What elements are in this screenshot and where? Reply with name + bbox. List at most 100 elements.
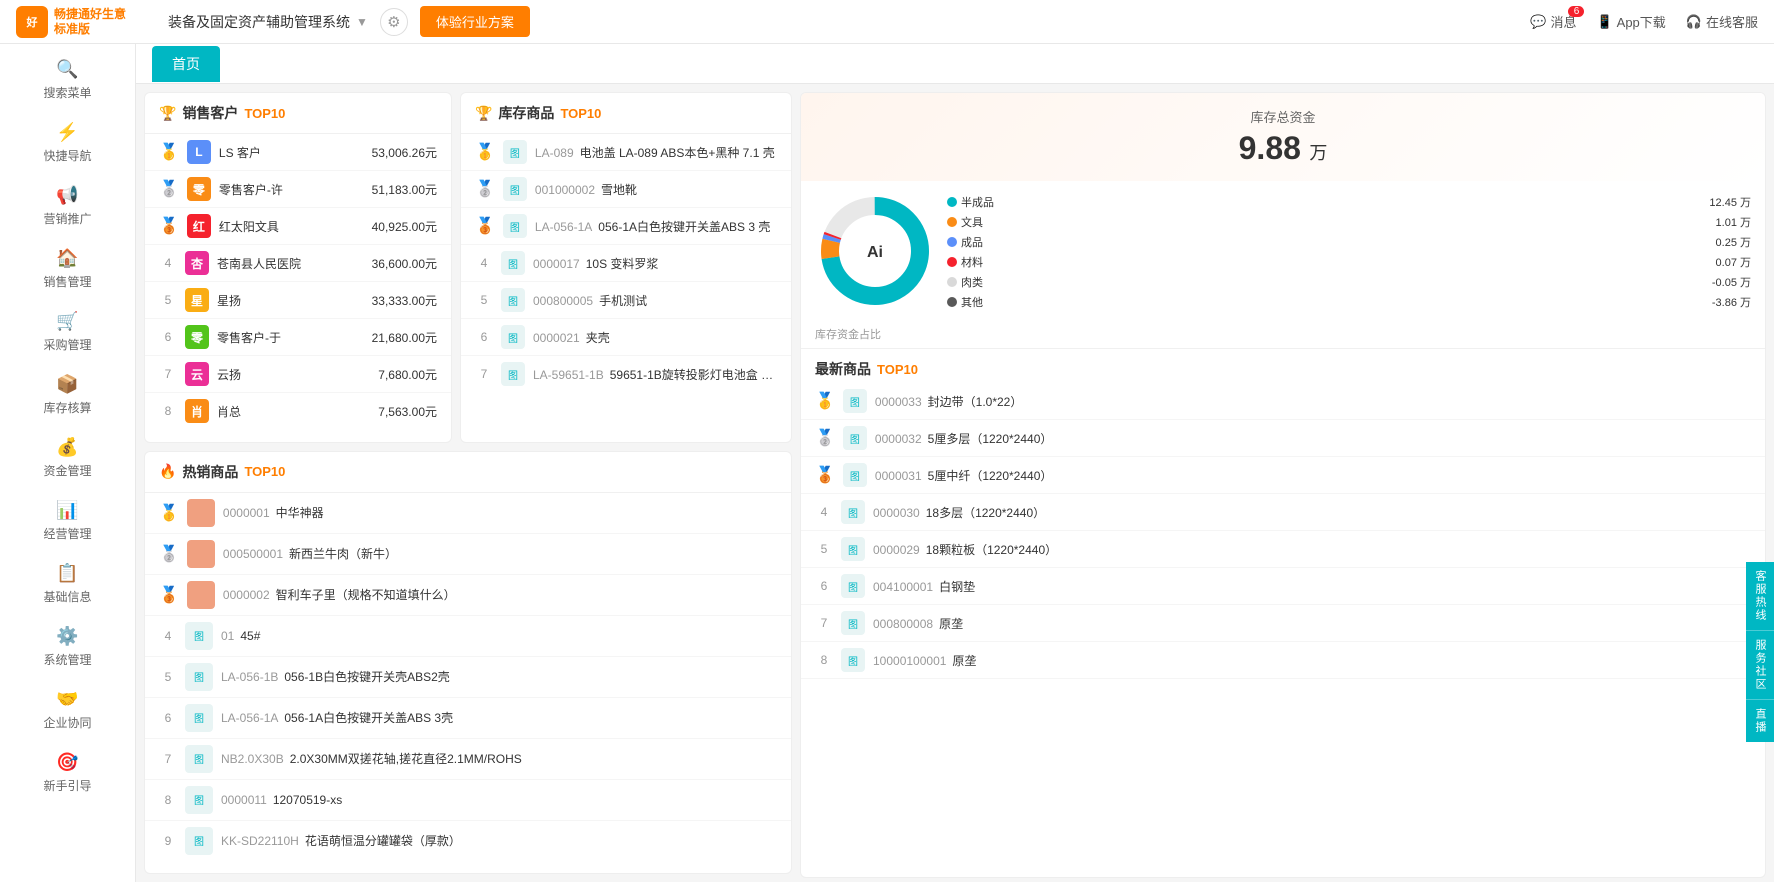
sales-icon: 🏠 [57,247,79,269]
sidebar-item-guide[interactable]: 🎯 新手引导 [0,741,135,804]
sidebar-item-basic[interactable]: 📋 基础信息 [0,552,135,615]
newest-product-info: 00000325厘多层（1220*2440） [875,430,1751,447]
sidebar-item-search[interactable]: 🔍 搜索菜单 [0,48,135,111]
sidebar-item-system[interactable]: ⚙️ 系统管理 [0,615,135,678]
inventory-row: 4图000001710S 变料罗浆 [461,245,791,282]
sidebar-item-corp[interactable]: 🤝 企业协同 [0,678,135,741]
system-name: 装备及固定资产辅助管理系统 [168,12,350,32]
hot-product-info: KK-SD22110H花语萌恒温分罐罐袋（厚款） [221,832,777,849]
hot-product-row: 🥉0000002智利车子里（规格不知道填什么） [145,575,791,616]
newest-list: 🥇图0000033封边带（1.0*22）🥈图00000325厘多层（1220*2… [801,383,1765,683]
legend-name: 其他 [961,294,1708,310]
sidebar-item-finance[interactable]: 💰 资金管理 [0,426,135,489]
guide-icon: 🎯 [57,751,79,773]
legend-dot [947,217,957,227]
operation-icon: 📊 [57,499,79,521]
marketing-icon: 📢 [57,184,79,206]
newest-product-row: 4图000003018多层（1220*2440） [801,494,1765,531]
inventory-chart-label: 库存资金占比 [801,326,1765,348]
customer-value: 21,680.00元 [372,329,437,346]
float-live-button[interactable]: 直播 [1746,700,1774,742]
legend-name: 材料 [961,254,1712,270]
inventory-icon: 📦 [57,373,79,395]
rank-indicator: 8 [159,404,177,418]
customer-name: 苍南县人民医院 [217,255,364,272]
sidebar-label-operation: 经营管理 [43,525,91,542]
hot-product-info: 0145# [221,629,777,643]
message-badge: 6 [1568,6,1584,17]
sidebar-label-basic: 基础信息 [43,588,91,605]
customer-row: 8肖肖总7,563.00元 [145,393,451,429]
sidebar-item-purchase[interactable]: 🛒 采购管理 [0,300,135,363]
sidebar-label-sales: 销售管理 [43,273,91,290]
rank-indicator: 🥉 [159,585,179,605]
legend-item: 文具1.01 万 [947,214,1751,230]
sidebar-item-nav[interactable]: ⚡ 快捷导航 [0,111,135,174]
sidebar: 🔍 搜索菜单 ⚡ 快捷导航 📢 营销推广 🏠 销售管理 🛒 采购管理 📦 库存核… [0,44,136,882]
inventory-product-info: LA-59651-1B59651-1B旋转投影灯电池盒 ABS黑色+58壳 [533,366,777,383]
sidebar-item-marketing[interactable]: 📢 营销推广 [0,174,135,237]
legend-value: 0.07 万 [1716,254,1751,270]
product-thumbnail: 图 [185,786,213,814]
hot-products-list: 🥇0000001中华神器🥈000500001新西兰牛肉（新牛）🥉0000002智… [145,493,791,861]
legend-dot [947,297,957,307]
product-thumbnail: 图 [185,745,213,773]
chevron-down-icon[interactable]: ▼ [356,15,368,29]
legend-item: 肉类-0.05 万 [947,274,1751,290]
newest-header: 最新商品 TOP10 [801,348,1765,383]
hot-product-info: NB2.0X30B2.0X30MM双搓花轴,搓花直径2.1MM/ROHS [221,750,777,767]
hot-product-row: 4图0145# [145,616,791,657]
rank-indicator: 6 [159,711,177,725]
hot-products-panel: 🔥 热销商品 TOP10 🥇0000001中华神器🥈000500001新西兰牛肉… [144,451,792,875]
legend-item: 半成品12.45 万 [947,194,1751,210]
sidebar-label-guide: 新手引导 [43,777,91,794]
product-icon: 图 [503,140,527,164]
customer-row: 4杏苍南县人民医院36,600.00元 [145,245,451,282]
hot-product-info: 000500001新西兰牛肉（新牛） [223,545,777,562]
rank-indicator: 5 [475,293,493,307]
hot-product-info: LA-056-1A056-1A白色按键开关盖ABS 3壳 [221,709,777,726]
customers-list: 🥇LLS 客户53,006.26元🥈零零售客户-许51,183.00元🥉红红太阳… [145,134,451,429]
message-button[interactable]: 💬 消息 6 [1530,12,1576,31]
hot-product-row: 7图NB2.0X30B2.0X30MM双搓花轴,搓花直径2.1MM/ROHS [145,739,791,780]
inventory-row: 7图LA-59651-1B59651-1B旋转投影灯电池盒 ABS黑色+58壳 [461,356,791,392]
sidebar-item-inventory[interactable]: 📦 库存核算 [0,363,135,426]
float-service-button[interactable]: 客服热线 [1746,562,1774,631]
customer-row: 6零零售客户-于21,680.00元 [145,319,451,356]
app-label: App下载 [1617,12,1666,31]
legend-name: 文具 [961,214,1712,230]
app-download-button[interactable]: 📱 App下载 [1596,12,1665,31]
product-icon: 图 [843,463,867,487]
hot-product-info: 0000001中华神器 [223,504,777,521]
top-customers-title: 销售客户 [182,103,238,123]
customer-value: 33,333.00元 [372,292,437,309]
legend-name: 肉类 [961,274,1708,290]
legend-item: 材料0.07 万 [947,254,1751,270]
settings-gear-button[interactable]: ⚙ [380,8,408,36]
float-community-button[interactable]: 服务社区 [1746,631,1774,700]
trial-button[interactable]: 体验行业方案 [420,6,530,37]
customer-row: 🥈零零售客户-许51,183.00元 [145,171,451,208]
content-tabs: 首页 [136,44,1774,84]
tab-home[interactable]: 首页 [152,46,220,82]
customer-name: 零售客户-于 [217,329,364,346]
legend-value: -3.86 万 [1712,294,1751,310]
rank-indicator: 4 [475,256,493,270]
system-selector[interactable]: 装备及固定资产辅助管理系统 ▼ [168,12,368,32]
sidebar-item-operation[interactable]: 📊 经营管理 [0,489,135,552]
legend-item: 其他-3.86 万 [947,294,1751,310]
inventory-total: 库存总资金 9.88 万 [801,93,1765,181]
legend-value: 12.45 万 [1709,194,1751,210]
sidebar-item-sales[interactable]: 🏠 销售管理 [0,237,135,300]
online-service-button[interactable]: 🎧 在线客服 [1686,12,1758,31]
newest-product-row: 🥉图00000315厘中纤（1220*2440） [801,457,1765,494]
newest-product-info: 00000315厘中纤（1220*2440） [875,467,1751,484]
rank-indicator: 🥈 [159,544,179,564]
product-icon: 图 [501,325,525,349]
product-icon: 图 [503,214,527,238]
newest-product-info: 004100001白钢垫 [873,578,1751,595]
rank-indicator: 7 [475,367,493,381]
sidebar-label-search: 搜索菜单 [43,84,91,101]
rank-indicator: 4 [815,505,833,519]
newest-product-row: 7图000800008原垄 [801,605,1765,642]
